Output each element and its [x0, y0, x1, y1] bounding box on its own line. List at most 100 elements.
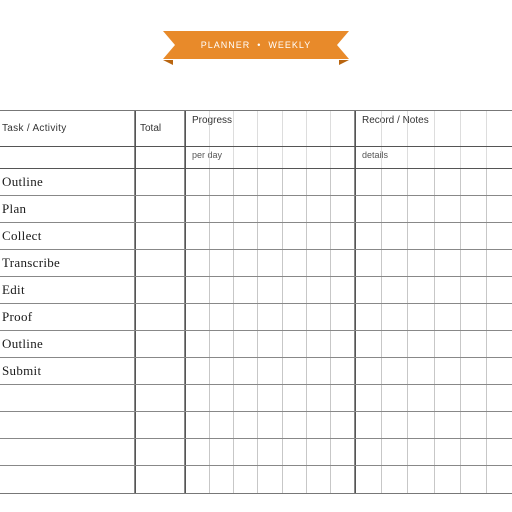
row-total-cell — [136, 331, 185, 357]
row-label: Proof — [0, 304, 135, 330]
row-label: Submit — [0, 358, 135, 384]
grid-lines-icon — [356, 250, 512, 276]
row-total-cell — [136, 466, 185, 493]
row-total-cell — [136, 304, 185, 330]
table-row — [0, 412, 512, 439]
grid-lines-icon — [356, 196, 512, 222]
row-grid-2 — [356, 277, 512, 303]
row-total-cell — [136, 169, 185, 195]
row-label — [0, 439, 135, 465]
row-grid-2 — [356, 196, 512, 222]
grid-lines-icon — [186, 304, 354, 330]
grid-lines-icon — [356, 169, 512, 195]
ribbon-label: PLANNER • WEEKLY — [175, 31, 338, 59]
grid-lines-icon — [186, 250, 354, 276]
row-grid-1 — [186, 412, 355, 438]
header-grid-1: Progress — [186, 111, 355, 146]
table-row: Edit — [0, 277, 512, 304]
ribbon-text-left: PLANNER — [201, 40, 251, 50]
row-grid-1 — [186, 169, 355, 195]
row-grid-2 — [356, 439, 512, 465]
row-grid-1 — [186, 358, 355, 384]
header-small: Total — [136, 111, 185, 146]
row-grid-1 — [186, 196, 355, 222]
grid-lines-icon — [186, 331, 354, 357]
subheader-grid-1: per day — [186, 147, 355, 168]
row-grid-1 — [186, 385, 355, 411]
grid-lines-icon — [186, 169, 354, 195]
grid-lines-icon — [186, 277, 354, 303]
row-grid-1 — [186, 250, 355, 276]
row-grid-1 — [186, 439, 355, 465]
table-row: Outline — [0, 331, 512, 358]
row-total-cell — [136, 412, 185, 438]
subheader-small — [136, 147, 185, 168]
row-grid-2 — [356, 169, 512, 195]
grid-lines-icon — [356, 439, 512, 465]
row-grid-2 — [356, 412, 512, 438]
grid-lines-icon — [186, 412, 354, 438]
row-grid-1 — [186, 223, 355, 249]
grid-lines-icon — [356, 223, 512, 249]
row-grid-2 — [356, 466, 512, 493]
subheader-label — [0, 147, 135, 168]
subheader-grid-2: details — [356, 147, 512, 168]
row-grid-1 — [186, 331, 355, 357]
grid-lines-icon — [186, 385, 354, 411]
ribbon-text-right: WEEKLY — [268, 40, 311, 50]
grid-lines-icon — [186, 223, 354, 249]
row-label — [0, 385, 135, 411]
grid-lines-icon — [356, 412, 512, 438]
row-label: Collect — [0, 223, 135, 249]
row-grid-2 — [356, 304, 512, 330]
table-header-row: Task / Activity Total Progress Record / … — [0, 111, 512, 147]
grid-lines-icon — [186, 111, 354, 146]
row-label: Plan — [0, 196, 135, 222]
row-grid-1 — [186, 466, 355, 493]
grid-lines-icon — [186, 439, 354, 465]
table-row — [0, 466, 512, 493]
row-label — [0, 466, 135, 493]
title-ribbon: PLANNER • WEEKLY — [0, 30, 512, 60]
row-total-cell — [136, 439, 185, 465]
grid-lines-icon — [356, 304, 512, 330]
row-label: Outline — [0, 169, 135, 195]
row-grid-2 — [356, 250, 512, 276]
row-grid-2 — [356, 223, 512, 249]
row-total-cell — [136, 358, 185, 384]
table-row: Proof — [0, 304, 512, 331]
row-grid-2 — [356, 358, 512, 384]
table-row: Submit — [0, 358, 512, 385]
table-row: Transcribe — [0, 250, 512, 277]
table-row: Outline — [0, 169, 512, 196]
grid-lines-icon — [186, 196, 354, 222]
grid-lines-icon — [356, 466, 512, 493]
row-label: Transcribe — [0, 250, 135, 276]
grid-lines-icon — [356, 147, 512, 168]
header-label: Task / Activity — [0, 111, 135, 146]
ribbon-fold-right-icon — [339, 60, 349, 65]
header-grid-2: Record / Notes — [356, 111, 512, 146]
row-total-cell — [136, 250, 185, 276]
table-row — [0, 385, 512, 412]
worksheet-table: Task / Activity Total Progress Record / … — [0, 110, 512, 494]
row-total-cell — [136, 223, 185, 249]
row-label: Edit — [0, 277, 135, 303]
table-row: Plan — [0, 196, 512, 223]
grid-lines-icon — [186, 358, 354, 384]
grid-lines-icon — [356, 331, 512, 357]
table-row — [0, 439, 512, 466]
grid-lines-icon — [356, 111, 512, 146]
row-grid-2 — [356, 331, 512, 357]
table-subheader-row: per day details — [0, 147, 512, 169]
row-grid-2 — [356, 385, 512, 411]
grid-lines-icon — [186, 466, 354, 493]
ribbon-tail-left-icon — [163, 31, 175, 59]
row-label: Outline — [0, 331, 135, 357]
row-grid-1 — [186, 304, 355, 330]
ribbon-tail-right-icon — [337, 31, 349, 59]
grid-lines-icon — [356, 385, 512, 411]
table-row: Collect — [0, 223, 512, 250]
row-total-cell — [136, 196, 185, 222]
row-grid-1 — [186, 277, 355, 303]
